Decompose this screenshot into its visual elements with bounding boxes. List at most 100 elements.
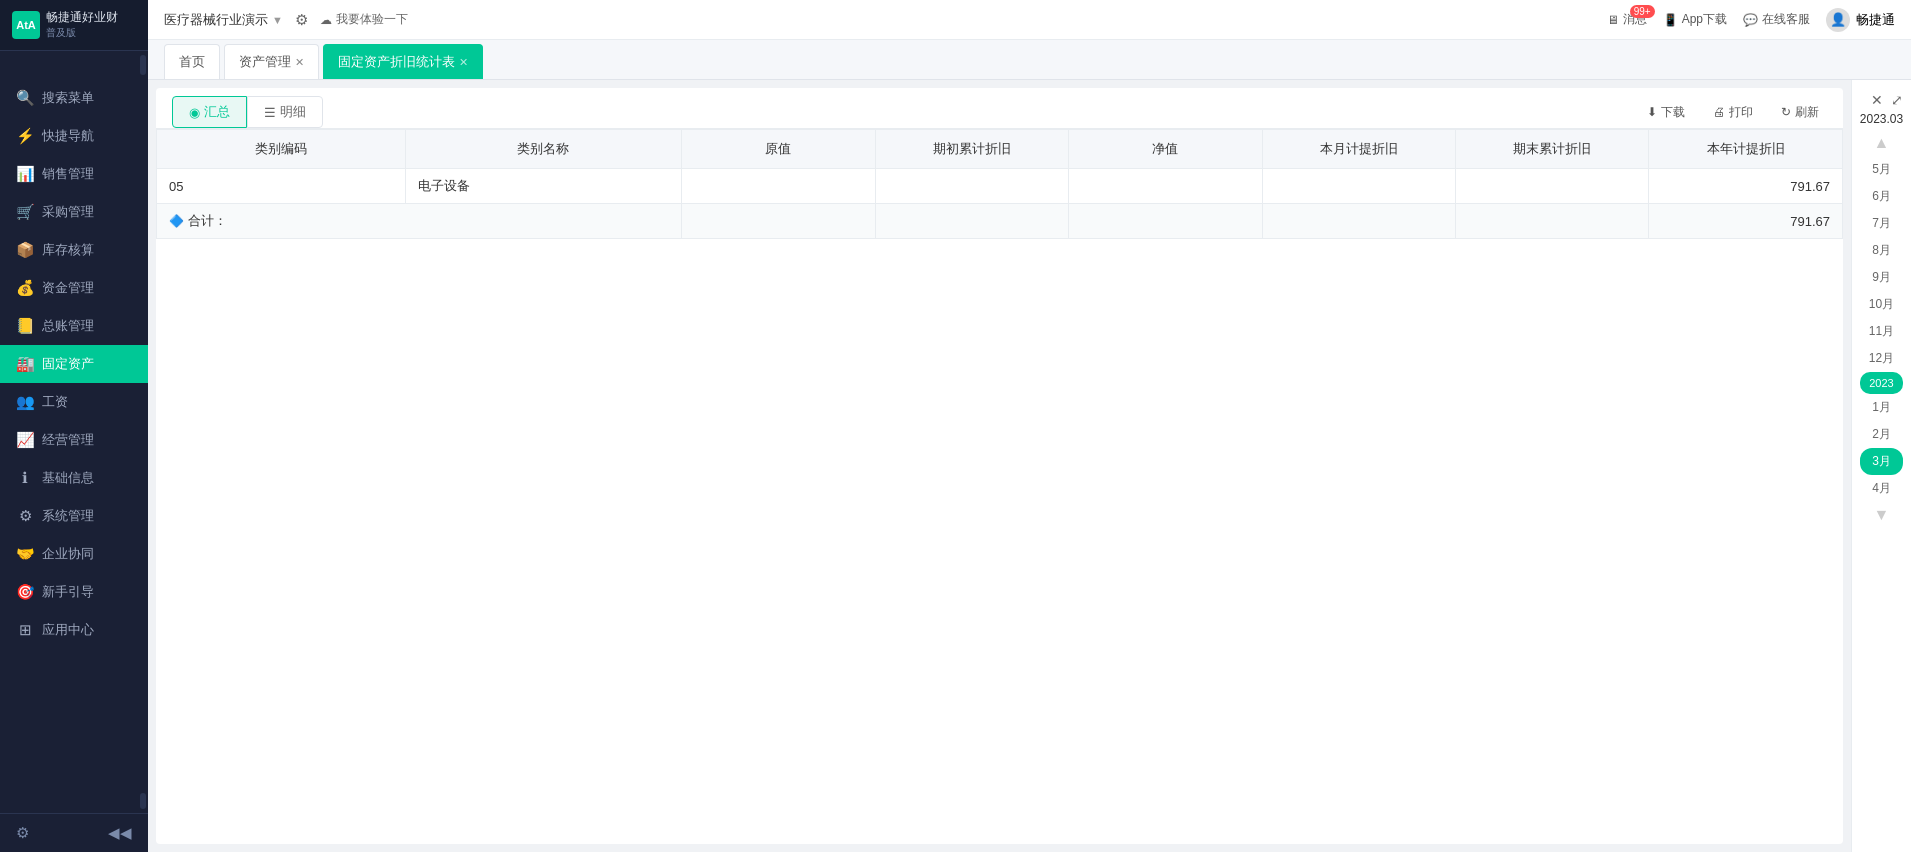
topbar-right: 🖥 消息 99+ 📱 App下载 💬 在线客服 👤 畅捷通	[1607, 8, 1895, 32]
depreciation-table: 类别编码 类别名称 原值 期初累计折旧 净值 本月计提折旧 期末累计折旧 本年计…	[156, 129, 1843, 239]
sidebar-item-funds[interactable]: 💰 资金管理	[0, 269, 148, 307]
sidebar-item-operations[interactable]: 📈 经营管理	[0, 421, 148, 459]
sidebar-item-app-center[interactable]: ⊞ 应用中心	[0, 611, 148, 649]
month-nav-up[interactable]: ▲	[1870, 130, 1894, 156]
subtab-detail[interactable]: ☰ 明细	[247, 96, 323, 128]
subtab-summary[interactable]: ◉ 汇总	[172, 96, 247, 128]
avatar: 👤	[1826, 8, 1850, 32]
col-header-original: 原值	[682, 130, 875, 169]
tab-depreciation-report[interactable]: 固定资产折旧统计表 ✕	[323, 44, 483, 79]
settings-footer-icon[interactable]: ⚙	[16, 824, 29, 842]
month-5[interactable]: 5月	[1852, 156, 1911, 183]
month-7[interactable]: 7月	[1852, 210, 1911, 237]
cell-total-original	[682, 204, 875, 239]
sidebar-logo: AtA 畅捷通好业财 普及版	[0, 0, 148, 51]
cell-period-end	[1456, 169, 1649, 204]
experience-icon: ☁	[320, 13, 332, 27]
sidebar-item-fixed-assets[interactable]: 🏭 固定资产	[0, 345, 148, 383]
inventory-icon: 📦	[16, 241, 34, 259]
table-total-row: 🔷 合计： 791.67	[157, 204, 1843, 239]
table-header-row: 类别编码 类别名称 原值 期初累计折旧 净值 本月计提折旧 期末累计折旧 本年计…	[157, 130, 1843, 169]
month-8[interactable]: 8月	[1852, 237, 1911, 264]
col-header-annual: 本年计提折旧	[1649, 130, 1843, 169]
sidebar-item-guide[interactable]: 🎯 新手引导	[0, 573, 148, 611]
sidebar-item-basic-info[interactable]: ℹ 基础信息	[0, 459, 148, 497]
download-button[interactable]: 📱 App下载	[1663, 11, 1727, 28]
print-action-button[interactable]: 🖨 打印	[1705, 100, 1761, 125]
cell-period-begin	[875, 169, 1068, 204]
cell-net-value	[1069, 169, 1262, 204]
sidebar-item-quick-nav[interactable]: ⚡ 快捷导航	[0, 117, 148, 155]
operations-icon: 📈	[16, 431, 34, 449]
cell-original	[682, 169, 875, 204]
panel-close-icon[interactable]: ✕	[1871, 92, 1883, 108]
sidebar-scrollbar-up[interactable]	[140, 55, 146, 75]
col-header-name: 类别名称	[405, 130, 681, 169]
subtabs: ◉ 汇总 ☰ 明细 ⬇ 下载 🖨 打印	[156, 88, 1843, 129]
purchase-icon: 🛒	[16, 203, 34, 221]
service-button[interactable]: 💬 在线客服	[1743, 11, 1810, 28]
app-logo-icon: AtA	[12, 11, 40, 39]
month-4[interactable]: 4月	[1852, 475, 1911, 502]
cell-total-annual: 791.67	[1649, 204, 1843, 239]
panel-header: ✕ ⤢	[1852, 88, 1911, 112]
cell-total-net-value	[1069, 204, 1262, 239]
month-11[interactable]: 11月	[1852, 318, 1911, 345]
sidebar-item-system[interactable]: ⚙ 系统管理	[0, 497, 148, 535]
tab-close-asset-management[interactable]: ✕	[295, 56, 304, 69]
sidebar-item-search[interactable]: 🔍 搜索菜单	[0, 79, 148, 117]
sidebar-item-purchase[interactable]: 🛒 采购管理	[0, 193, 148, 231]
year-label: 2023.03	[1860, 112, 1903, 126]
company-selector[interactable]: 医疗器械行业演示 ▼	[164, 11, 283, 29]
app-logo-text: 畅捷通好业财 普及版	[46, 10, 118, 40]
service-icon: 💬	[1743, 13, 1758, 27]
page-content: ◉ 汇总 ☰ 明细 ⬇ 下载 🖨 打印	[148, 80, 1911, 852]
month-1[interactable]: 1月	[1852, 394, 1911, 421]
cell-total-period-end	[1456, 204, 1649, 239]
panel-expand-icon[interactable]: ⤢	[1891, 92, 1903, 108]
refresh-action-button[interactable]: ↻ 刷新	[1773, 100, 1827, 125]
col-header-period-end: 期末累计折旧	[1456, 130, 1649, 169]
app-center-icon: ⊞	[16, 621, 34, 639]
sidebar-item-inventory[interactable]: 📦 库存核算	[0, 231, 148, 269]
experience-button[interactable]: ☁ 我要体验一下	[320, 11, 408, 28]
tab-close-depreciation-report[interactable]: ✕	[459, 56, 468, 69]
cell-total-monthly	[1262, 204, 1455, 239]
sidebar-item-cooperation[interactable]: 🤝 企业协同	[0, 535, 148, 573]
cell-total-label: 🔷 合计：	[157, 204, 682, 239]
settings-icon[interactable]: ⚙	[291, 7, 312, 33]
table-row: 05 电子设备 791.67	[157, 169, 1843, 204]
sidebar-item-sales[interactable]: 📊 销售管理	[0, 155, 148, 193]
tab-asset-management[interactable]: 资产管理 ✕	[224, 44, 319, 79]
month-12[interactable]: 12月	[1852, 345, 1911, 372]
month-10[interactable]: 10月	[1852, 291, 1911, 318]
month-9[interactable]: 9月	[1852, 264, 1911, 291]
col-header-code: 类别编码	[157, 130, 406, 169]
notifications-button[interactable]: 🖥 消息 99+	[1607, 11, 1647, 28]
sidebar-scrollbar-down[interactable]	[140, 793, 146, 809]
cell-name: 电子设备	[405, 169, 681, 204]
tab-home[interactable]: 首页	[164, 44, 220, 79]
month-2[interactable]: 2月	[1852, 421, 1911, 448]
col-header-monthly: 本月计提折旧	[1262, 130, 1455, 169]
month-6[interactable]: 6月	[1852, 183, 1911, 210]
download-action-icon: ⬇	[1647, 105, 1657, 119]
user-info[interactable]: 👤 畅捷通	[1826, 8, 1895, 32]
col-header-net-value: 净值	[1069, 130, 1262, 169]
subtabs-left: ◉ 汇总 ☰ 明细	[172, 96, 323, 128]
month-3-current[interactable]: 3月	[1860, 448, 1903, 475]
sidebar-item-ledger[interactable]: 📒 总账管理	[0, 307, 148, 345]
company-dropdown-arrow: ▼	[272, 14, 283, 26]
cell-monthly	[1262, 169, 1455, 204]
notification-icon: 🖥	[1607, 13, 1619, 27]
cooperation-icon: 🤝	[16, 545, 34, 563]
download-action-button[interactable]: ⬇ 下载	[1639, 100, 1693, 125]
month-nav-down[interactable]: ▼	[1870, 502, 1894, 528]
download-icon: 📱	[1663, 13, 1678, 27]
collapse-icon[interactable]: ◀◀	[108, 824, 132, 842]
col-header-period-begin: 期初累计折旧	[875, 130, 1068, 169]
sidebar-item-payroll[interactable]: 👥 工资	[0, 383, 148, 421]
right-panel: ✕ ⤢ 2023.03 ▲ 5月 6月 7月 8月 9月 10月 11月 12月…	[1851, 80, 1911, 852]
ledger-icon: 📒	[16, 317, 34, 335]
table-container: 类别编码 类别名称 原值 期初累计折旧 净值 本月计提折旧 期末累计折旧 本年计…	[156, 129, 1843, 844]
